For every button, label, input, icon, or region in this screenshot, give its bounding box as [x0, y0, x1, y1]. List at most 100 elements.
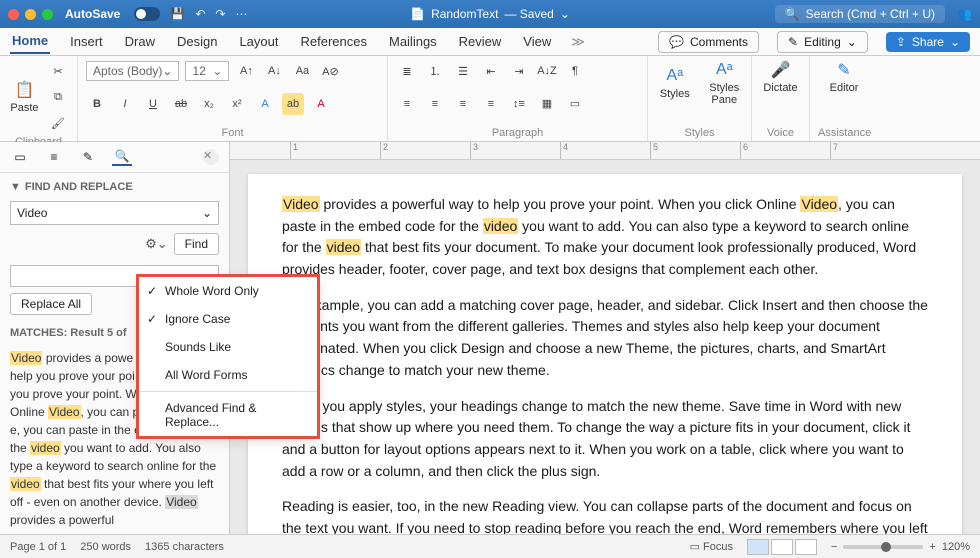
tab-home[interactable]: Home [10, 29, 50, 54]
grow-font-icon[interactable]: A↑ [235, 60, 257, 82]
option-advanced-find[interactable]: Advanced Find & Replace... [139, 394, 317, 436]
tab-draw[interactable]: Draw [123, 30, 157, 53]
print-layout-view-icon[interactable] [747, 539, 769, 555]
collaborate-icon[interactable]: 👥 [957, 7, 972, 21]
show-marks-icon[interactable]: ¶ [564, 60, 586, 82]
borders-icon[interactable]: ▭ [564, 93, 586, 115]
zoom-in-icon[interactable]: + [929, 541, 935, 553]
result-highlight[interactable]: video [30, 441, 61, 455]
cut-icon[interactable]: ✂ [47, 60, 69, 82]
option-all-word-forms[interactable]: All Word Forms [139, 361, 317, 389]
tab-layout[interactable]: Layout [237, 30, 280, 53]
font-color-icon[interactable]: A [310, 93, 332, 115]
qat-more-icon[interactable]: ⋯ [235, 7, 247, 21]
close-window-icon[interactable] [8, 9, 19, 20]
bullets-icon[interactable]: ≣ [396, 60, 418, 82]
align-left-icon[interactable]: ≡ [396, 93, 418, 115]
collapse-icon[interactable]: ▼ [10, 181, 21, 193]
increase-indent-icon[interactable]: ⇥ [508, 60, 530, 82]
shrink-font-icon[interactable]: A↓ [263, 60, 285, 82]
share-button[interactable]: ⇪Share⌄ [886, 32, 970, 52]
editing-mode-button[interactable]: ✎Editing⌄ [777, 31, 868, 53]
subscript-icon[interactable]: x₂ [198, 93, 220, 115]
dictate-button[interactable]: 🎤Dictate [760, 60, 801, 94]
shading-icon[interactable]: ▦ [536, 93, 558, 115]
review-tab-icon[interactable]: ✎ [78, 148, 98, 166]
find-input[interactable]: Video⌄ [10, 201, 219, 225]
strike-icon[interactable]: ab [170, 93, 192, 115]
thumbnails-tab-icon[interactable]: ▭ [10, 148, 30, 166]
zoom-out-icon[interactable]: − [831, 541, 837, 553]
autosave-toggle[interactable] [134, 7, 160, 21]
maximize-window-icon[interactable] [42, 9, 53, 20]
focus-mode-button[interactable]: ▭ Focus [690, 540, 733, 553]
bold-icon[interactable]: B [86, 93, 108, 115]
word-count[interactable]: 250 words [80, 541, 131, 553]
text-effects-icon[interactable]: A [254, 93, 276, 115]
format-painter-icon[interactable]: 🖌 [47, 112, 69, 134]
document-page[interactable]: Video provides a powerful way to help yo… [248, 174, 962, 534]
option-sounds-like[interactable]: Sounds Like [139, 333, 317, 361]
italic-icon[interactable]: I [114, 93, 136, 115]
redo-icon[interactable]: ↷ [215, 7, 225, 21]
read-mode-view-icon[interactable] [771, 539, 793, 555]
search-tab-icon[interactable]: 🔍 [112, 148, 132, 166]
replace-all-button[interactable]: Replace All [10, 293, 92, 315]
numbering-icon[interactable]: ⒈ [424, 60, 446, 82]
clear-format-icon[interactable]: A⊘ [319, 60, 341, 82]
highlight-icon[interactable]: ab [282, 93, 304, 115]
char-count[interactable]: 1365 characters [145, 541, 224, 553]
horizontal-ruler[interactable]: 1 2 3 4 5 6 7 [230, 142, 980, 160]
comments-button[interactable]: 💬Comments [658, 31, 759, 53]
sort-icon[interactable]: A↓Z [536, 60, 558, 82]
find-button[interactable]: Find [174, 233, 219, 255]
chevron-down-icon[interactable]: ⌄ [560, 7, 570, 21]
tab-view[interactable]: View [521, 30, 553, 53]
tab-insert[interactable]: Insert [68, 30, 105, 53]
option-whole-word[interactable]: Whole Word Only [139, 277, 317, 305]
copy-icon[interactable]: ⧉ [47, 86, 69, 108]
align-center-icon[interactable]: ≡ [424, 93, 446, 115]
page-indicator[interactable]: Page 1 of 1 [10, 541, 66, 553]
clipboard-icon: 📋 [15, 80, 35, 100]
tab-review[interactable]: Review [457, 30, 504, 53]
minimize-window-icon[interactable] [25, 9, 36, 20]
result-highlight[interactable]: Video [10, 351, 42, 365]
undo-icon[interactable]: ↶ [195, 7, 205, 21]
option-ignore-case[interactable]: Ignore Case [139, 305, 317, 333]
web-layout-view-icon[interactable] [795, 539, 817, 555]
line-spacing-icon[interactable]: ↕≡ [508, 93, 530, 115]
font-name-select[interactable]: Aptos (Body)⌄ [86, 61, 179, 81]
paste-button[interactable]: 📋Paste [8, 80, 41, 114]
search-box[interactable]: 🔍 Search (Cmd + Ctrl + U) [775, 5, 945, 23]
paragraph[interactable]: Video provides a powerful way to help yo… [282, 194, 928, 281]
result-highlight[interactable]: Video [165, 495, 197, 509]
change-case-icon[interactable]: Aa [291, 60, 313, 82]
headings-tab-icon[interactable]: ≡ [44, 148, 64, 166]
decrease-indent-icon[interactable]: ⇤ [480, 60, 502, 82]
zoom-level[interactable]: 120% [942, 541, 970, 553]
paragraph[interactable]: For example, you can add a matching cove… [282, 295, 928, 382]
paragraph[interactable]: When you apply styles, your headings cha… [282, 396, 928, 483]
page-scroll[interactable]: Video provides a powerful way to help yo… [230, 160, 980, 534]
superscript-icon[interactable]: x² [226, 93, 248, 115]
align-right-icon[interactable]: ≡ [452, 93, 474, 115]
editor-button[interactable]: ✎Editor [823, 60, 865, 94]
tab-mailings[interactable]: Mailings [387, 30, 439, 53]
search-options-gear-icon[interactable]: ⚙︎⌄ [145, 236, 168, 252]
justify-icon[interactable]: ≡ [480, 93, 502, 115]
styles-pane-button[interactable]: AᵃStyles Pane [706, 60, 744, 106]
close-pane-icon[interactable]: ✕ [203, 149, 219, 165]
result-highlight[interactable]: video [10, 477, 41, 491]
zoom-slider[interactable] [843, 545, 923, 549]
result-highlight[interactable]: Video [48, 405, 80, 419]
multilevel-icon[interactable]: ☰ [452, 60, 474, 82]
underline-icon[interactable]: U [142, 93, 164, 115]
tabs-overflow-icon[interactable]: ≫ [571, 34, 585, 50]
font-size-select[interactable]: 12⌄ [185, 61, 229, 81]
tab-design[interactable]: Design [175, 30, 219, 53]
save-icon[interactable]: 💾 [170, 7, 185, 21]
tab-references[interactable]: References [299, 30, 369, 53]
styles-button[interactable]: AᵃStyles [656, 66, 694, 100]
paragraph[interactable]: Reading is easier, too, in the new Readi… [282, 496, 928, 534]
